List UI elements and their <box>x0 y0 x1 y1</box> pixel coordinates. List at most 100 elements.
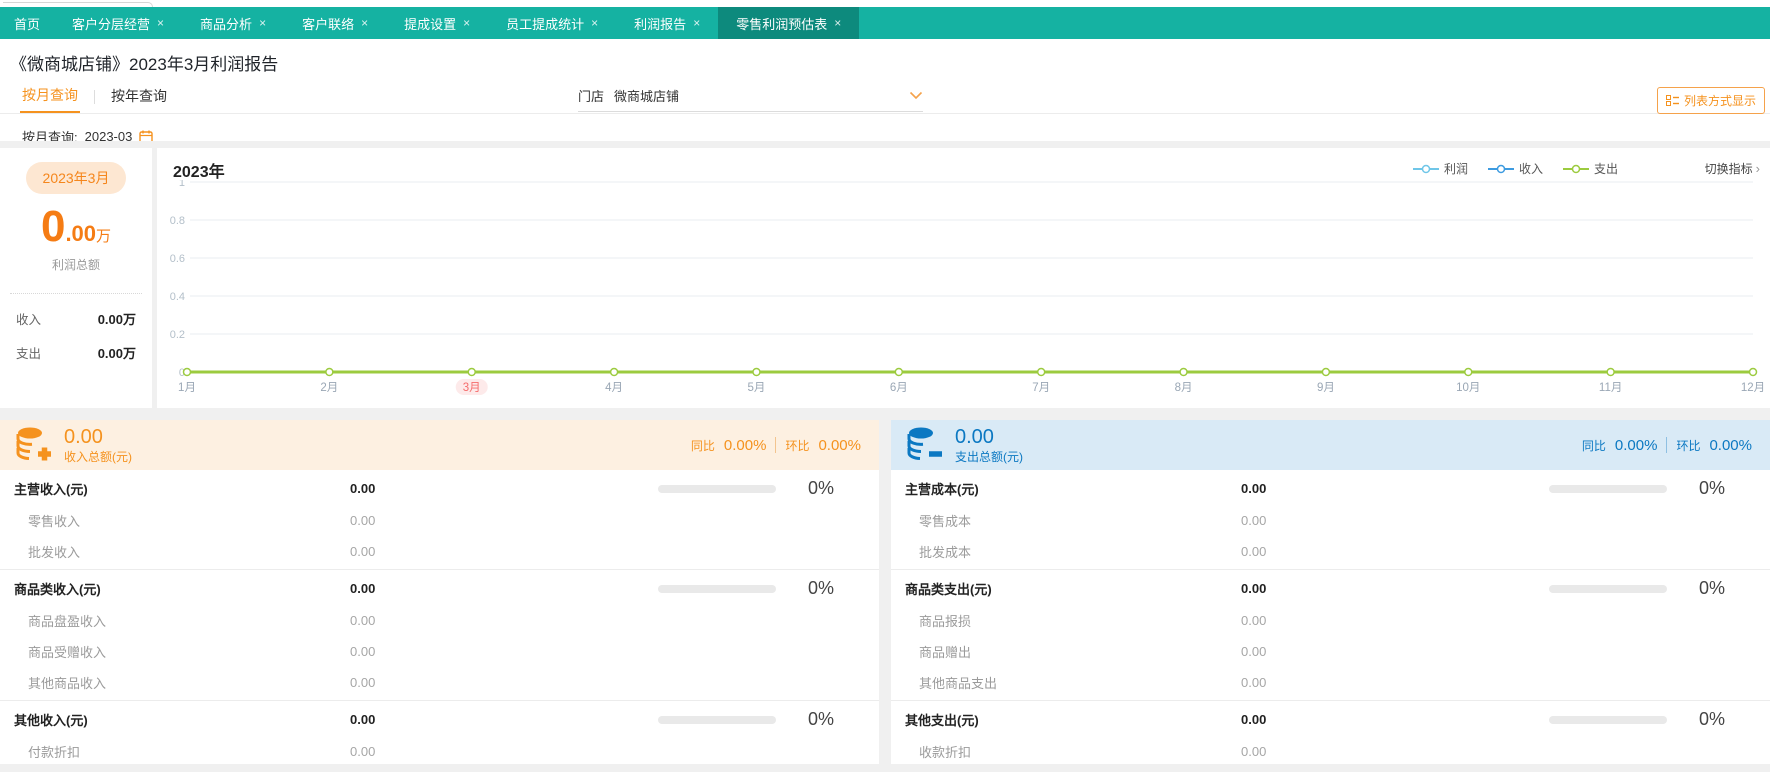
row-value: 0.00 <box>350 744 376 759</box>
row-value: 0.00 <box>350 675 376 690</box>
table-row: 其他收入(元) 0.00 0% <box>0 703 879 736</box>
row-value: 0.00 <box>1241 644 1267 659</box>
row-value: 0.00 <box>1241 712 1267 727</box>
row-value: 0.00 <box>350 513 376 528</box>
tab-close-icon[interactable]: × <box>259 16 266 30</box>
tab-close-icon[interactable]: × <box>157 16 164 30</box>
tab-divider <box>94 89 95 104</box>
svg-text:6月: 6月 <box>890 382 908 394</box>
store-select-label: 门店 <box>578 89 605 104</box>
list-icon <box>1665 95 1679 106</box>
row-label: 付款折扣 <box>28 745 81 760</box>
row-value: 0.00 <box>350 613 376 628</box>
row-label: 零售成本 <box>919 514 972 529</box>
legend-item-收入[interactable]: 收入 <box>1487 160 1543 177</box>
tab-提成设置[interactable]: 提成设置 × <box>386 7 488 39</box>
row-label: 商品赠出 <box>919 645 972 660</box>
row-label: 主营收入(元) <box>14 482 88 497</box>
row-label: 批发收入 <box>28 545 81 560</box>
row-value: 0.00 <box>1241 744 1267 759</box>
legend-marker-icon <box>1487 164 1514 173</box>
profit-dec: .00 <box>65 221 97 246</box>
coins-plus-icon <box>16 427 51 461</box>
row-label: 批发成本 <box>919 545 972 560</box>
row-label: 商品受赠收入 <box>28 645 107 660</box>
top-strip <box>0 0 1770 7</box>
tab-close-icon[interactable]: × <box>693 16 700 30</box>
row-progress-bar <box>658 584 776 593</box>
tab-利润报告[interactable]: 利润报告 × <box>616 7 718 39</box>
list-view-button[interactable]: 列表方式显示 <box>1656 87 1765 114</box>
legend-item-支出[interactable]: 支出 <box>1562 160 1618 177</box>
table-group: 商品类支出(元) 0.00 0% 商品报损 0.00 商品赠出 0.00 其他商品支出 0.00 <box>891 569 1770 700</box>
chevron-right-icon: › <box>1755 161 1760 176</box>
row-label: 其他收入(元) <box>14 713 88 728</box>
svg-text:4月: 4月 <box>605 382 623 394</box>
legend-marker-icon <box>1412 164 1439 173</box>
chart-card: 2023年 利润 收入 支出 切换指标 › 0 0.2 0.4 0.6 0.8 1 1月 2月 3月… <box>157 148 1770 408</box>
row-value: 0.00 <box>1241 544 1267 559</box>
tab-query-by-year[interactable]: 按年查询 <box>109 86 169 112</box>
row-value: 0.00 <box>350 481 376 496</box>
profit-int: 0 <box>40 202 66 251</box>
row-label: 商品报损 <box>919 614 972 629</box>
row-percent: 0% <box>1698 709 1725 729</box>
profit-total-value: 0.00万 <box>0 202 152 252</box>
row-label: 其他商品收入 <box>28 676 107 691</box>
income-compare: 同比 0.00% 环比 0.00% <box>691 437 861 454</box>
tab-query-by-month[interactable]: 按月查询 <box>20 85 80 113</box>
list-view-button-label: 列表方式显示 <box>1683 94 1756 108</box>
table-row: 主营成本(元) 0.00 0% <box>891 472 1770 505</box>
tab-close-icon[interactable]: × <box>834 16 841 30</box>
svg-text:10月: 10月 <box>1456 382 1480 394</box>
legend-item-利润[interactable]: 利润 <box>1412 160 1468 177</box>
yoy-value: 0.00% <box>1614 436 1658 454</box>
summary-expense-label: 支出 <box>16 347 42 361</box>
tab-label: 客户分层经营 <box>72 16 151 32</box>
income-summary-band: 0.00 收入总额(元) 同比 0.00% 环比 0.00% <box>0 420 879 470</box>
profit-unit: 万 <box>96 228 112 245</box>
tab-close-icon[interactable]: × <box>591 16 598 30</box>
profit-summary-card: 2023年3月 0.00万 利润总额 收入 0.00万 支出 0.00万 <box>0 148 152 408</box>
tab-员工提成统计[interactable]: 员工提成统计 × <box>488 7 616 39</box>
table-row: 商品赠出 0.00 <box>891 636 1770 667</box>
row-label: 收款折扣 <box>919 745 972 760</box>
expense-compare: 同比 0.00% 环比 0.00% <box>1582 437 1752 454</box>
tab-客户分层经营[interactable]: 客户分层经营 × <box>54 7 182 39</box>
row-percent: 0% <box>807 478 834 498</box>
tab-label: 首页 <box>14 16 41 32</box>
table-group: 商品类收入(元) 0.00 0% 商品盘盈收入 0.00 商品受赠收入 0.00 其他商品收入… <box>0 569 879 700</box>
svg-text:2月: 2月 <box>320 382 338 394</box>
profit-total-label: 利润总额 <box>51 258 100 272</box>
svg-text:1: 1 <box>179 180 185 189</box>
tab-close-icon[interactable]: × <box>463 16 470 30</box>
bottom-strip <box>0 764 1770 772</box>
switch-metric-link[interactable]: 切换指标 › <box>1705 160 1760 177</box>
compare-divider <box>1666 437 1668 453</box>
row-progress-bar <box>1549 484 1667 493</box>
row-label: 其他支出(元) <box>905 713 979 728</box>
tab-label: 员工提成统计 <box>506 16 585 32</box>
svg-text:0.8: 0.8 <box>170 215 185 227</box>
header-area: 《微商城店铺》2023年3月利润报告 按月查询 按年查询 门店 微商城店铺 列表… <box>0 39 1770 145</box>
store-select-value: 微商城店铺 <box>614 89 680 104</box>
store-select[interactable]: 门店 微商城店铺 <box>578 86 923 112</box>
svg-text:3月: 3月 <box>463 382 481 394</box>
tab-商品分析[interactable]: 商品分析 × <box>182 7 284 39</box>
table-row: 商品类支出(元) 0.00 0% <box>891 572 1770 605</box>
panels-row: 0.00 收入总额(元) 同比 0.00% 环比 0.00% 主营收入(元) 0.… <box>0 420 1770 772</box>
row-percent: 0% <box>1698 578 1725 598</box>
legend-label: 利润 <box>1443 162 1468 176</box>
tab-客户联络[interactable]: 客户联络 × <box>284 7 386 39</box>
profit-chart: 00.20.40.60.811月 2月 3月 4月 5月 6月 7月 8月 9月 10月 11月 12… <box>170 180 1765 395</box>
yoy-label: 同比 <box>1581 438 1606 453</box>
row-label: 商品盘盈收入 <box>28 614 107 629</box>
table-row: 收款折扣 0.00 <box>891 736 1770 767</box>
tab-零售利润预估表[interactable]: 零售利润预估表 × <box>718 7 860 39</box>
table-row: 批发成本 0.00 <box>891 536 1770 567</box>
tab-close-icon[interactable]: × <box>361 16 368 30</box>
tab-首页[interactable]: 首页 <box>0 7 54 39</box>
legend-label: 收入 <box>1518 162 1543 176</box>
row-value: 0.00 <box>1241 675 1267 690</box>
svg-text:7月: 7月 <box>1032 382 1050 394</box>
